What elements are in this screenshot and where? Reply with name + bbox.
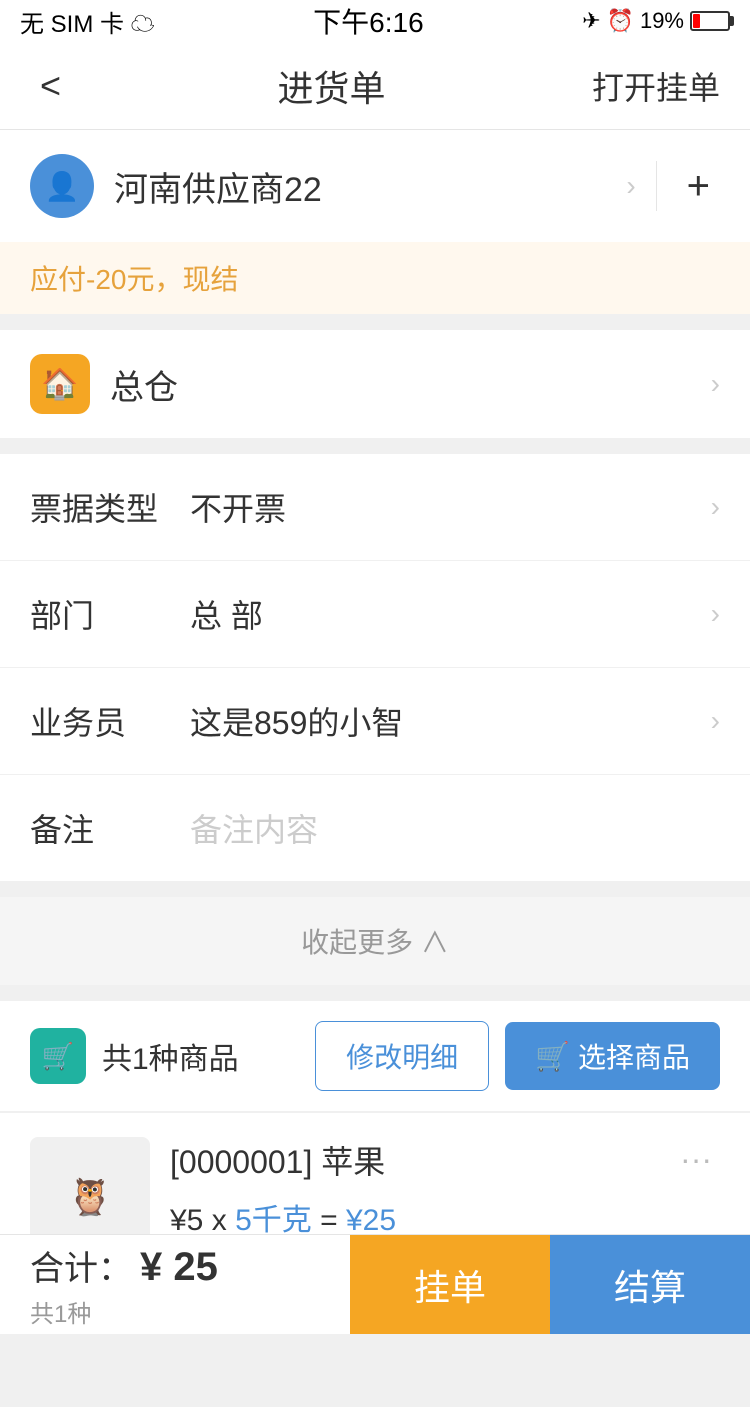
status-time: 下午6:16 <box>313 1 424 41</box>
warehouse-row[interactable]: 🏠 总仓 › <box>0 330 750 438</box>
bottom-bar: 合计： ¥ 25 共1种 挂单 结算 <box>0 1234 750 1334</box>
remark-input[interactable]: 备注内容 <box>190 805 720 851</box>
supplier-row[interactable]: 👤 河南供应商22 › + <box>0 130 750 242</box>
open-hang-button[interactable]: 打开挂单 <box>592 63 720 109</box>
sales-label: 业务员 <box>30 698 190 744</box>
page-title: 进货单 <box>278 60 386 112</box>
product-total: ¥25 <box>346 1204 396 1237</box>
product-price: ¥5 x 5千克 = ¥25 <box>170 1195 672 1239</box>
sales-value: 这是859的小智 <box>190 698 711 744</box>
status-left: 无 SIM 卡 ☁ <box>20 4 155 39</box>
status-bar: 无 SIM 卡 ☁ 下午6:16 ✈ ⏰ 19% <box>0 0 750 42</box>
select-product-button[interactable]: 🛒 选择商品 <box>505 1022 720 1090</box>
battery-icon <box>690 11 730 31</box>
warehouse-icon: 🏠 <box>30 354 90 414</box>
product-multiply: x <box>212 1204 235 1237</box>
warehouse-section: 🏠 总仓 › <box>0 330 750 438</box>
product-equals: = <box>320 1204 346 1237</box>
select-product-label: 选择商品 <box>578 1036 690 1076</box>
location-icon: ✈ <box>582 8 600 34</box>
signal-text: 无 SIM 卡 ☁ <box>20 4 155 39</box>
sales-chevron-icon: › <box>711 705 720 737</box>
add-supplier-button[interactable]: + <box>677 164 720 209</box>
dept-chevron-icon: › <box>711 598 720 630</box>
supplier-name: 河南供应商22 <box>114 162 626 211</box>
sales-row[interactable]: 业务员 这是859的小智 › <box>0 668 750 775</box>
product-quantity: 5千克 <box>235 1204 312 1237</box>
invoice-value: 不开票 <box>190 484 711 530</box>
avatar-icon: 👤 <box>45 170 80 203</box>
invoice-chevron-icon: › <box>711 491 720 523</box>
edit-detail-button[interactable]: 修改明细 <box>315 1021 489 1091</box>
product-title: 苹果 <box>321 1144 385 1180</box>
supplier-avatar: 👤 <box>30 154 94 218</box>
product-unit-price: ¥5 <box>170 1204 203 1237</box>
remark-row[interactable]: 备注 备注内容 <box>0 775 750 881</box>
settle-button[interactable]: 结算 <box>550 1235 750 1334</box>
form-section: 票据类型 不开票 › 部门 总 部 › 业务员 这是859的小智 › 备注 备注… <box>0 454 750 881</box>
dept-value: 总 部 <box>190 591 711 637</box>
hang-button[interactable]: 挂单 <box>350 1235 550 1334</box>
products-icon: 🛒 <box>30 1028 86 1084</box>
collapse-button[interactable]: 收起更多 ∧ <box>0 897 750 985</box>
product-info: [0000001] 苹果 ¥5 x 5千克 = ¥25 <box>170 1137 672 1239</box>
product-more-button[interactable]: ··· <box>672 1137 720 1182</box>
products-header: 🛒 共1种商品 修改明细 🛒 选择商品 <box>0 1001 750 1112</box>
product-code: [0000001] <box>170 1144 312 1180</box>
back-button[interactable]: < <box>30 55 71 117</box>
alarm-icon: ⏰ <box>607 8 634 34</box>
notice-text: 应付-20元，现结 <box>30 264 238 295</box>
invoice-row[interactable]: 票据类型 不开票 › <box>0 454 750 561</box>
supplier-section: 👤 河南供应商22 › + <box>0 130 750 242</box>
product-name: [0000001] 苹果 <box>170 1137 672 1183</box>
total-label: 合计： <box>30 1241 132 1290</box>
notice-bar: 应付-20元，现结 <box>0 242 750 314</box>
warehouse-chevron-icon: › <box>711 368 720 400</box>
product-thumb-icon: 🦉 <box>68 1176 113 1218</box>
products-count: 共1种商品 <box>102 1034 315 1078</box>
status-right: ✈ ⏰ 19% <box>582 8 730 34</box>
total-amount: ¥ 25 <box>140 1245 218 1290</box>
collapse-label: 收起更多 ∧ <box>301 921 449 961</box>
invoice-label: 票据类型 <box>30 484 190 530</box>
select-product-icon: 🛒 <box>535 1040 570 1073</box>
dept-label: 部门 <box>30 591 190 637</box>
nav-bar: < 进货单 打开挂单 <box>0 42 750 130</box>
warehouse-name: 总仓 <box>110 360 711 409</box>
cart-icon: 🛒 <box>42 1041 74 1072</box>
supplier-chevron-icon: › <box>626 170 635 202</box>
total-sub: 共1种 <box>30 1294 320 1329</box>
total-area: 合计： ¥ 25 共1种 <box>0 1241 350 1329</box>
dept-row[interactable]: 部门 总 部 › <box>0 561 750 668</box>
total-main: 合计： ¥ 25 <box>30 1241 320 1290</box>
supplier-divider <box>656 161 657 211</box>
battery-text: 19% <box>640 8 684 34</box>
remark-label: 备注 <box>30 805 190 851</box>
